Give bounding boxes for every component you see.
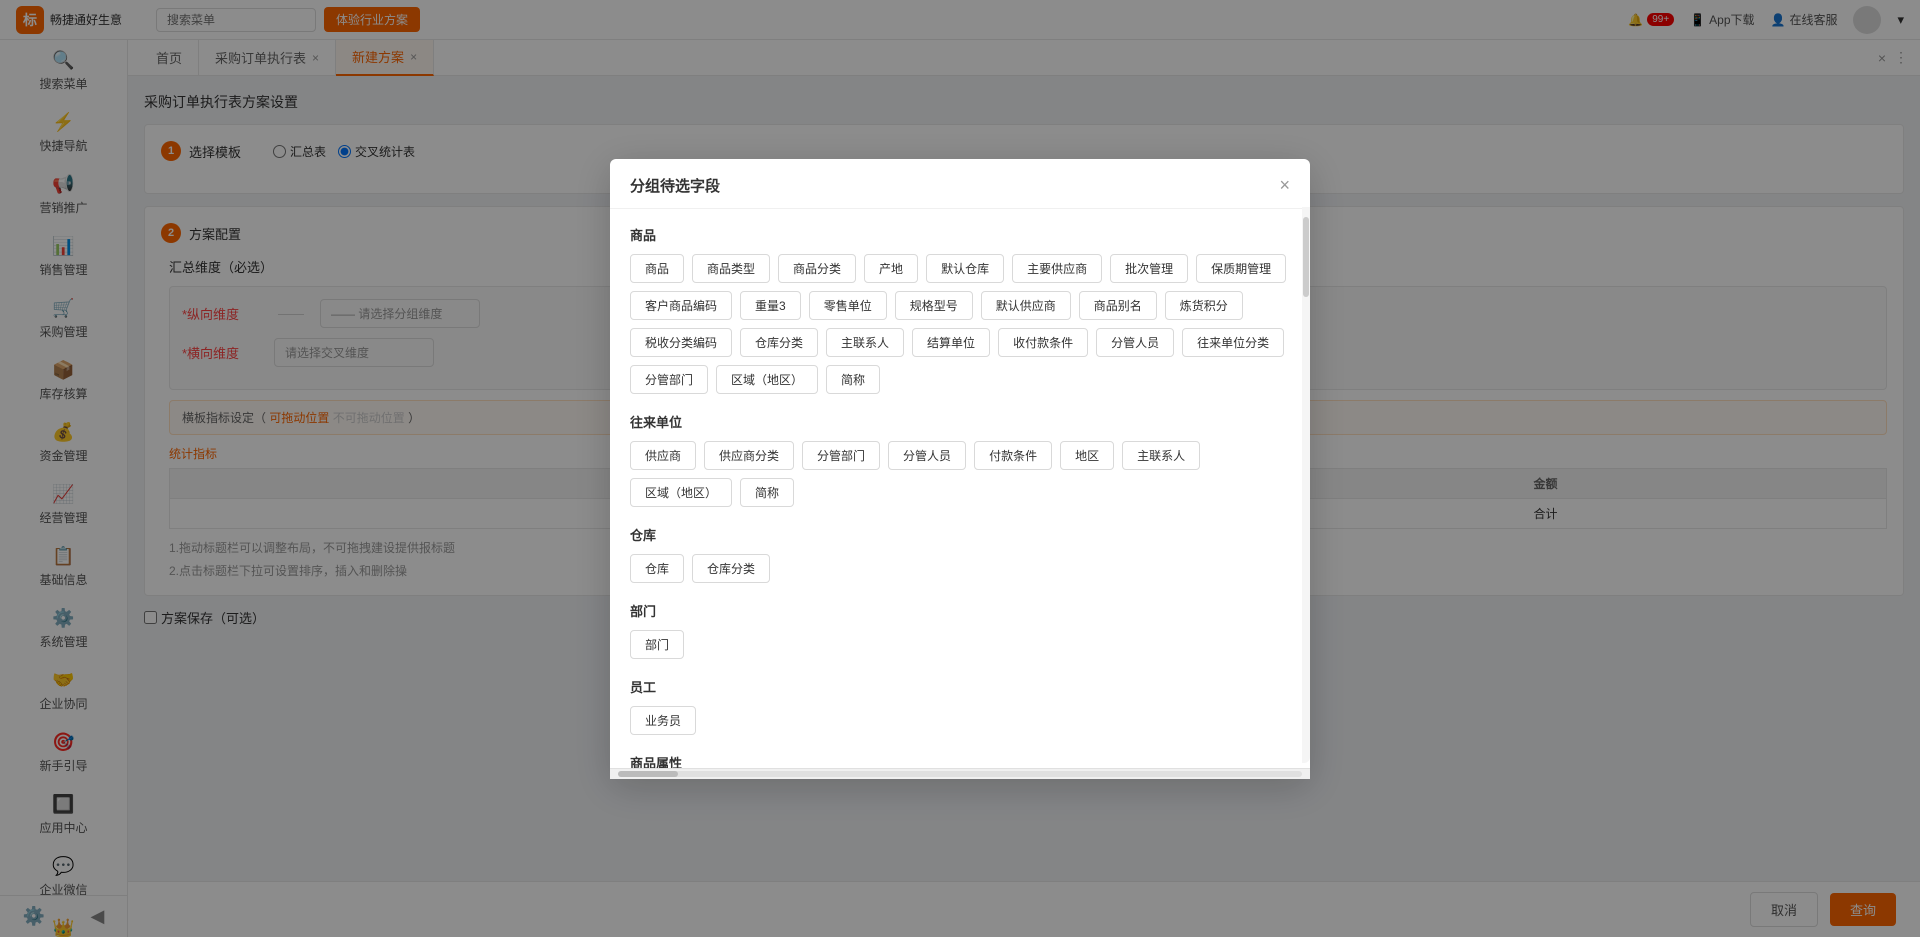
field-section-warehouse: 仓库 仓库 仓库分类: [630, 525, 1290, 583]
field-tag[interactable]: 收付款条件: [998, 328, 1088, 357]
field-section-goods-title: 商品: [630, 225, 1290, 244]
field-tag[interactable]: 部门: [630, 630, 684, 659]
field-tag[interactable]: 默认仓库: [926, 254, 1004, 283]
field-tag[interactable]: 主要供应商: [1012, 254, 1102, 283]
field-section-product-attr: 商品属性 属性 颜色 多规格 尺码 鞋码 1: [630, 753, 1290, 769]
field-section-partner-title: 往来单位: [630, 412, 1290, 431]
field-section-goods: 商品 商品 商品类型 商品分类 产地 默认仓库 主要供应商 批次管理 保质期管理…: [630, 225, 1290, 394]
modal-overlay: 分组待选字段 × 商品 商品 商品类型 商品分类 产地 默认仓库 主要供应商 批…: [0, 0, 1920, 937]
field-tag[interactable]: 仓库: [630, 554, 684, 583]
field-tag[interactable]: 商品类型: [692, 254, 770, 283]
field-tag[interactable]: 地区: [1060, 441, 1114, 470]
field-tag[interactable]: 主联系人: [826, 328, 904, 357]
field-tag[interactable]: 往来单位分类: [1182, 328, 1284, 357]
field-section-warehouse-title: 仓库: [630, 525, 1290, 544]
field-tag[interactable]: 区域（地区）: [716, 365, 818, 394]
field-tag[interactable]: 默认供应商: [981, 291, 1071, 320]
field-tag[interactable]: 供应商分类: [704, 441, 794, 470]
field-tag[interactable]: 分管人员: [1096, 328, 1174, 357]
field-tags-goods: 商品 商品类型 商品分类 产地 默认仓库 主要供应商 批次管理 保质期管理 客户…: [630, 254, 1290, 394]
field-tag[interactable]: 主联系人: [1122, 441, 1200, 470]
modal-vscrollbar[interactable]: [1302, 207, 1310, 763]
modal-hscrollbar[interactable]: [610, 768, 1310, 778]
hscroll-thumb[interactable]: [618, 771, 678, 777]
field-section-employee: 员工 业务员: [630, 677, 1290, 735]
field-tag[interactable]: 规格型号: [895, 291, 973, 320]
field-tag[interactable]: 业务员: [630, 706, 696, 735]
field-tag[interactable]: 仓库分类: [740, 328, 818, 357]
field-tag[interactable]: 批次管理: [1110, 254, 1188, 283]
field-tag[interactable]: 简称: [740, 478, 794, 507]
field-tag[interactable]: 分管人员: [888, 441, 966, 470]
field-tag[interactable]: 炼货积分: [1165, 291, 1243, 320]
modal-dialog: 分组待选字段 × 商品 商品 商品类型 商品分类 产地 默认仓库 主要供应商 批…: [610, 159, 1310, 779]
field-tag[interactable]: 区域（地区）: [630, 478, 732, 507]
field-tags-department: 部门: [630, 630, 1290, 659]
field-section-department: 部门 部门: [630, 601, 1290, 659]
field-tag[interactable]: 商品分类: [778, 254, 856, 283]
field-tag[interactable]: 简称: [826, 365, 880, 394]
field-tags-employee: 业务员: [630, 706, 1290, 735]
field-tag[interactable]: 供应商: [630, 441, 696, 470]
field-tag[interactable]: 仓库分类: [692, 554, 770, 583]
vscroll-thumb: [1303, 217, 1309, 297]
modal-body: 商品 商品 商品类型 商品分类 产地 默认仓库 主要供应商 批次管理 保质期管理…: [610, 209, 1310, 769]
field-section-partner: 往来单位 供应商 供应商分类 分管部门 分管人员 付款条件 地区 主联系人 区域…: [630, 412, 1290, 507]
field-tag[interactable]: 商品别名: [1079, 291, 1157, 320]
field-tag[interactable]: 保质期管理: [1196, 254, 1286, 283]
field-tag[interactable]: 分管部门: [630, 365, 708, 394]
field-tag[interactable]: 分管部门: [802, 441, 880, 470]
modal-close-btn[interactable]: ×: [1279, 175, 1290, 196]
field-tag[interactable]: 客户商品编码: [630, 291, 732, 320]
modal-title: 分组待选字段: [630, 175, 720, 196]
hscroll-track: [618, 771, 1302, 777]
field-tag[interactable]: 重量3: [740, 291, 801, 320]
field-section-product-attr-title: 商品属性: [630, 753, 1290, 769]
field-tags-warehouse: 仓库 仓库分类: [630, 554, 1290, 583]
field-tag[interactable]: 产地: [864, 254, 918, 283]
field-tag[interactable]: 结算单位: [912, 328, 990, 357]
field-section-employee-title: 员工: [630, 677, 1290, 696]
field-tag[interactable]: 税收分类编码: [630, 328, 732, 357]
modal-header: 分组待选字段 ×: [610, 159, 1310, 209]
field-tag[interactable]: 商品: [630, 254, 684, 283]
field-section-department-title: 部门: [630, 601, 1290, 620]
field-tags-partner: 供应商 供应商分类 分管部门 分管人员 付款条件 地区 主联系人 区域（地区） …: [630, 441, 1290, 507]
field-tag[interactable]: 零售单位: [809, 291, 887, 320]
field-tag[interactable]: 付款条件: [974, 441, 1052, 470]
